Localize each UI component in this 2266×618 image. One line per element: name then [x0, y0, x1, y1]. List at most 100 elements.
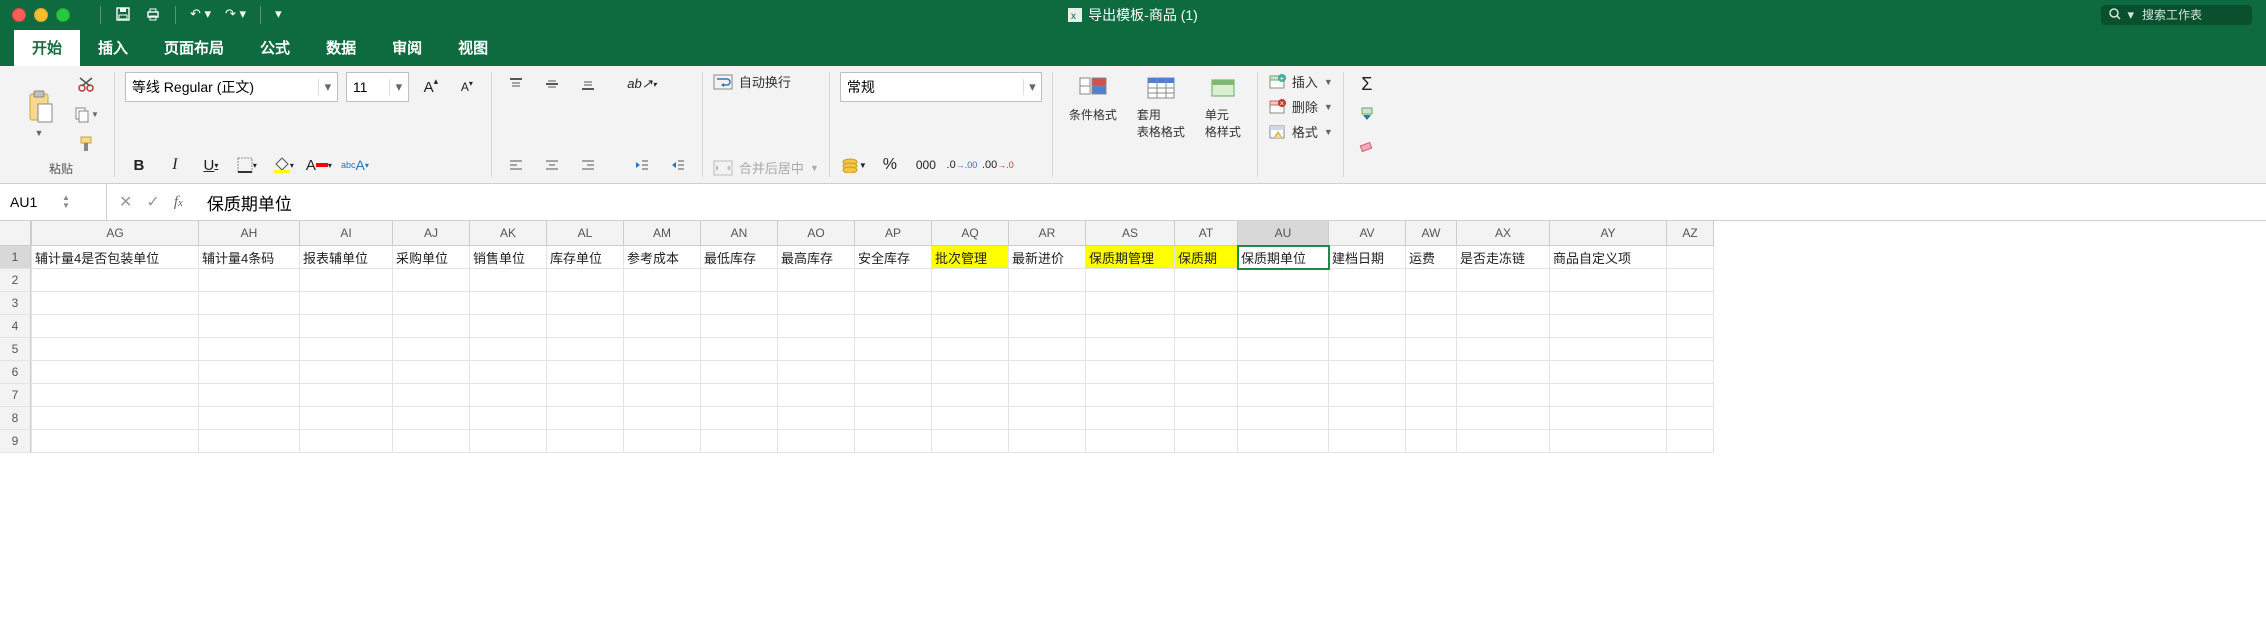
cell[interactable]: [547, 338, 624, 361]
cell[interactable]: 运费: [1406, 246, 1457, 269]
cell[interactable]: 最高库存: [778, 246, 855, 269]
merge-center-button[interactable]: 合并后居中 ▼: [713, 158, 819, 177]
cell[interactable]: [1086, 292, 1175, 315]
decrease-decimal-button[interactable]: .00→.0: [984, 153, 1012, 177]
cell[interactable]: [393, 292, 470, 315]
cell[interactable]: [199, 292, 300, 315]
cell[interactable]: [1457, 407, 1550, 430]
cell[interactable]: [932, 407, 1009, 430]
cell[interactable]: [393, 430, 470, 453]
increase-font-button[interactable]: A▴: [417, 75, 445, 99]
column-header[interactable]: AX: [1457, 221, 1550, 246]
cell[interactable]: [1550, 315, 1667, 338]
column-header[interactable]: AS: [1086, 221, 1175, 246]
undo-icon[interactable]: ↶ ▾: [190, 6, 211, 25]
cell[interactable]: [1457, 430, 1550, 453]
column-header[interactable]: AM: [624, 221, 701, 246]
select-all-corner[interactable]: [0, 221, 31, 246]
cell[interactable]: [855, 315, 932, 338]
cell[interactable]: [1329, 269, 1406, 292]
cell[interactable]: [547, 407, 624, 430]
cell[interactable]: [1175, 338, 1238, 361]
cell[interactable]: [470, 338, 547, 361]
insert-cells-button[interactable]: + 插入 ▼: [1268, 72, 1333, 91]
copy-button[interactable]: ▼: [68, 102, 104, 126]
cell[interactable]: [1550, 361, 1667, 384]
cell[interactable]: [1667, 292, 1714, 315]
comma-button[interactable]: 000: [912, 153, 940, 177]
print-icon[interactable]: [145, 6, 161, 25]
cell[interactable]: [1457, 338, 1550, 361]
cell[interactable]: 销售单位: [470, 246, 547, 269]
currency-button[interactable]: ▼: [840, 153, 868, 177]
cell[interactable]: [300, 292, 393, 315]
cell[interactable]: [300, 384, 393, 407]
cell[interactable]: [199, 315, 300, 338]
cell[interactable]: [1457, 384, 1550, 407]
row-header[interactable]: 8: [0, 407, 31, 430]
cell[interactable]: [1329, 384, 1406, 407]
italic-button[interactable]: I: [161, 153, 189, 177]
column-header[interactable]: AT: [1175, 221, 1238, 246]
cell[interactable]: [470, 430, 547, 453]
cell[interactable]: [32, 361, 199, 384]
cell[interactable]: [1667, 269, 1714, 292]
cell[interactable]: [855, 269, 932, 292]
cell[interactable]: [1086, 384, 1175, 407]
cell[interactable]: [1175, 384, 1238, 407]
cell[interactable]: [778, 269, 855, 292]
column-header[interactable]: AQ: [932, 221, 1009, 246]
cell[interactable]: [1086, 407, 1175, 430]
bold-button[interactable]: B: [125, 153, 153, 177]
font-name-input[interactable]: [126, 79, 318, 95]
underline-button[interactable]: U ▾: [197, 153, 225, 177]
cell[interactable]: [1406, 338, 1457, 361]
cell[interactable]: [1406, 292, 1457, 315]
font-name-combo[interactable]: ▾: [125, 72, 338, 102]
row-header[interactable]: 2: [0, 269, 31, 292]
font-size-combo[interactable]: ▾: [346, 72, 409, 102]
column-header[interactable]: AU: [1238, 221, 1329, 246]
cell[interactable]: [1667, 338, 1714, 361]
cell[interactable]: [778, 338, 855, 361]
cell[interactable]: [932, 361, 1009, 384]
number-format-input[interactable]: [841, 79, 1023, 95]
cell[interactable]: [1406, 407, 1457, 430]
cell[interactable]: 库存单位: [547, 246, 624, 269]
cell[interactable]: [199, 338, 300, 361]
cell[interactable]: [778, 384, 855, 407]
cell[interactable]: [1086, 338, 1175, 361]
conditional-format-button[interactable]: 条件格式: [1063, 72, 1123, 125]
wrap-text-button[interactable]: 自动换行: [713, 72, 819, 91]
cell[interactable]: [1457, 269, 1550, 292]
cell[interactable]: [1238, 407, 1329, 430]
cell[interactable]: 参考成本: [624, 246, 701, 269]
autosum-button[interactable]: Σ: [1354, 72, 1380, 96]
cell[interactable]: [624, 292, 701, 315]
column-header[interactable]: AZ: [1667, 221, 1714, 246]
cell[interactable]: [701, 292, 778, 315]
cell[interactable]: [393, 338, 470, 361]
cell[interactable]: [932, 384, 1009, 407]
cell[interactable]: [32, 430, 199, 453]
cell[interactable]: 最低库存: [701, 246, 778, 269]
border-button[interactable]: ▾: [233, 153, 261, 177]
cell[interactable]: [1238, 292, 1329, 315]
cell[interactable]: [1667, 361, 1714, 384]
cell[interactable]: [1009, 269, 1086, 292]
cell[interactable]: 报表辅单位: [300, 246, 393, 269]
cell[interactable]: [547, 292, 624, 315]
cell[interactable]: [1406, 315, 1457, 338]
chevron-down-icon[interactable]: ▾: [389, 79, 408, 95]
cell[interactable]: [1329, 315, 1406, 338]
row-header[interactable]: 9: [0, 430, 31, 453]
column-header[interactable]: AL: [547, 221, 624, 246]
align-bottom-button[interactable]: [574, 72, 602, 96]
tab-layout[interactable]: 页面布局: [146, 29, 242, 66]
cell[interactable]: [778, 407, 855, 430]
cell[interactable]: [624, 315, 701, 338]
grid[interactable]: AGAHAIAJAKALAMANAOAPAQARASATAUAVAWAXAYAZ…: [31, 221, 1714, 453]
cell[interactable]: [547, 361, 624, 384]
increase-decimal-button[interactable]: .0→.00: [948, 153, 976, 177]
column-header[interactable]: AH: [199, 221, 300, 246]
